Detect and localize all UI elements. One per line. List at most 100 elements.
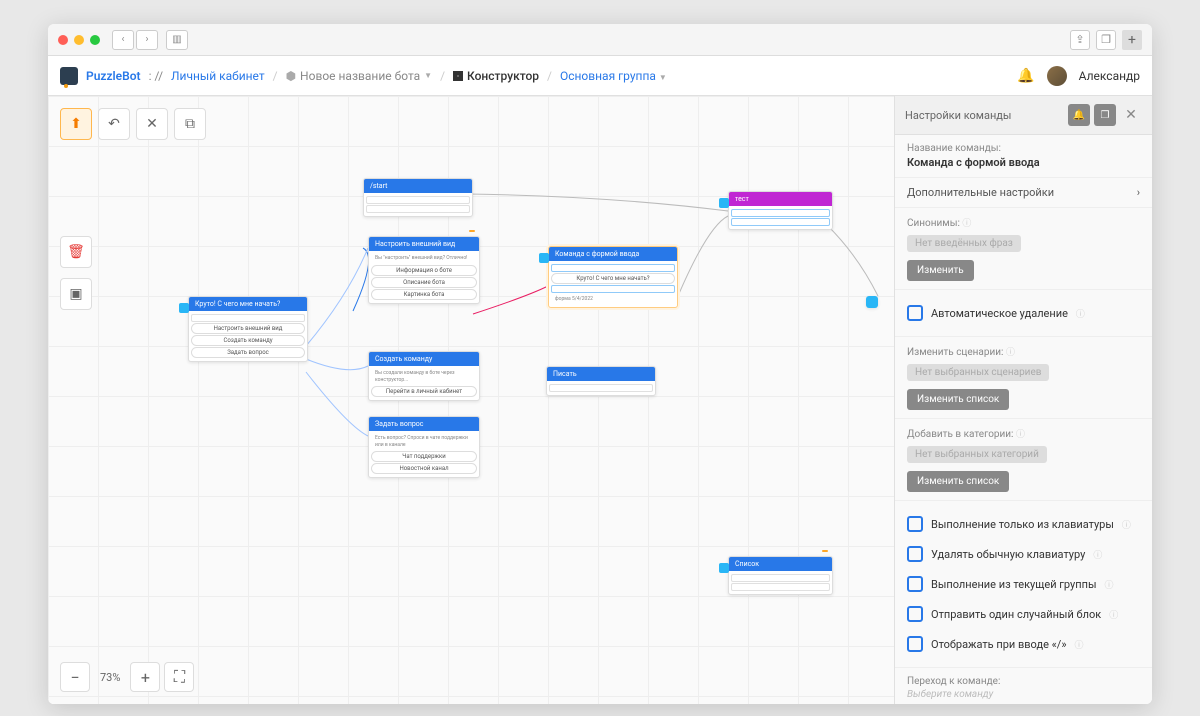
node-form[interactable]: Команда с формой ввода Круто! С чего мне… xyxy=(548,246,678,308)
breadcrumb-constructor[interactable]: Конструктор xyxy=(453,69,539,83)
node-intro[interactable]: Круто! С чего мне начать? Настроить внеш… xyxy=(188,296,308,362)
brand-proto: : // xyxy=(149,69,163,83)
notifications-icon[interactable]: 🔔 xyxy=(1017,68,1034,84)
tabs-icon[interactable]: ❐ xyxy=(1096,30,1116,50)
info-icon[interactable]: ⓘ xyxy=(1122,518,1131,531)
node-appearance[interactable]: Настроить внешний вид Вы "настроить" вне… xyxy=(368,236,480,304)
zoom-value: 73% xyxy=(94,671,126,684)
port-icon[interactable] xyxy=(179,303,189,313)
forward-button[interactable]: › xyxy=(136,30,158,50)
node-ask[interactable]: Задать вопрос Есть вопрос? Спроси в чате… xyxy=(368,416,480,478)
brand-name: PuzzleBot xyxy=(86,69,141,83)
constructor-label: Конструктор xyxy=(467,69,539,83)
checkbox-icon[interactable] xyxy=(907,606,923,622)
node-button[interactable]: Перейти в личный кабинет xyxy=(371,386,477,397)
node-write[interactable]: Писать xyxy=(546,366,656,396)
node-header: тест xyxy=(729,192,832,206)
cancel-button[interactable]: ✕ xyxy=(136,108,168,140)
port-out-icon[interactable] xyxy=(866,296,878,308)
canvas[interactable]: ⬆ ↶ ✕ ⧉ 🗑 ▣ − 73% + ⛶ xyxy=(48,96,894,704)
port-icon[interactable] xyxy=(539,253,549,263)
chevron-right-icon: › xyxy=(1137,186,1140,199)
checkbox-row[interactable]: Отправить один случайный блокⓘ xyxy=(907,599,1140,629)
checkbox-icon[interactable] xyxy=(907,576,923,592)
avatar[interactable] xyxy=(1047,66,1067,86)
info-icon[interactable]: ⓘ xyxy=(1076,307,1085,320)
info-icon[interactable]: ⓘ xyxy=(1093,548,1102,561)
upload-button[interactable]: ⬆ xyxy=(60,108,92,140)
info-icon[interactable]: ⓘ xyxy=(1104,578,1113,591)
breadcrumb-home[interactable]: Личный кабинет xyxy=(171,69,265,83)
panel-auto-delete: Автоматическое удаление ⓘ xyxy=(895,290,1152,337)
node-list[interactable]: Список xyxy=(728,556,833,595)
info-icon[interactable]: ⓘ xyxy=(1075,638,1084,651)
panel-title: Настройки команды xyxy=(905,109,1011,122)
maximize-window-icon[interactable] xyxy=(90,35,100,45)
back-button[interactable]: ‹ xyxy=(112,30,134,50)
checkbox-row[interactable]: Выполнение из текущей группыⓘ xyxy=(907,569,1140,599)
node-text: Вы создали команду в боте через конструк… xyxy=(371,368,477,385)
checkbox-row[interactable]: Отображать при вводе «/»ⓘ xyxy=(907,629,1140,659)
node-create-cmd[interactable]: Создать команду Вы создали команду в бот… xyxy=(368,351,480,401)
badge xyxy=(469,230,475,232)
node-button[interactable]: Чат поддержки xyxy=(371,451,477,462)
panel-extra-settings[interactable]: Дополнительные настройки › xyxy=(895,178,1152,208)
info-icon[interactable]: ⓘ xyxy=(1006,348,1015,358)
checkbox-icon[interactable] xyxy=(907,305,923,321)
info-icon[interactable]: ⓘ xyxy=(1016,430,1025,440)
node-button[interactable]: Создать команду xyxy=(191,335,305,346)
breadcrumb-group[interactable]: Основная группа ▼ xyxy=(560,69,667,83)
info-icon[interactable]: ⓘ xyxy=(1109,608,1118,621)
node-row xyxy=(191,314,305,322)
traffic-lights xyxy=(58,35,100,45)
fit-screen-button[interactable]: ⛶ xyxy=(164,662,194,692)
node-test[interactable]: тест xyxy=(728,191,833,230)
port-icon[interactable] xyxy=(719,198,729,208)
share-icon[interactable]: ⇪ xyxy=(1070,30,1090,50)
checkbox-row[interactable]: Автоматическое удаление ⓘ xyxy=(907,298,1140,328)
node-button[interactable]: Настроить внешний вид xyxy=(191,323,305,334)
node-button[interactable]: Круто! С чего мне начать? xyxy=(551,273,675,284)
new-tab-button[interactable]: + xyxy=(1122,30,1142,50)
node-button[interactable]: Задать вопрос xyxy=(191,347,305,358)
port-icon[interactable] xyxy=(719,563,729,573)
undo-button[interactable]: ↶ xyxy=(98,108,130,140)
browser-chrome: ‹ › ▥ ⇪ ❐ + xyxy=(48,24,1152,56)
checkbox-label: Удалять обычную клавиатуру xyxy=(931,548,1085,561)
node-button[interactable]: Описание бота xyxy=(371,277,477,288)
node-row xyxy=(731,574,830,582)
minimize-window-icon[interactable] xyxy=(74,35,84,45)
checkbox-row[interactable]: Выполнение только из клавиатуры ⓘ xyxy=(907,509,1140,539)
node-header: Список xyxy=(729,557,832,571)
zoom-out-button[interactable]: − xyxy=(60,662,90,692)
node-start[interactable]: /start xyxy=(363,178,473,217)
sidebar-toggle-icon[interactable]: ▥ xyxy=(166,30,188,50)
left-tools: 🗑 ▣ xyxy=(60,236,92,310)
add-node-button[interactable]: ⧉ xyxy=(174,108,206,140)
panel-bell-button[interactable]: 🔔 xyxy=(1068,104,1090,126)
edit-synonyms-button[interactable]: Изменить xyxy=(907,260,974,281)
checkbox-label: Выполнение только из клавиатуры xyxy=(931,518,1114,531)
node-button[interactable]: Картинка бота xyxy=(371,289,477,300)
checkbox-icon[interactable] xyxy=(907,546,923,562)
group-label: Основная группа xyxy=(560,69,656,83)
checkbox-label: Автоматическое удаление xyxy=(931,307,1068,320)
panel-name-section: Название команды: Команда с формой ввода xyxy=(895,135,1152,178)
breadcrumb-bot[interactable]: ⬢ Новое название бота ▼ xyxy=(286,69,433,83)
checkbox-icon[interactable] xyxy=(907,636,923,652)
info-icon[interactable]: ⓘ xyxy=(962,219,971,229)
node-header: Команда с формой ввода xyxy=(549,247,677,261)
checkbox-row[interactable]: Удалять обычную клавиатуру ⓘ xyxy=(907,539,1140,569)
checkbox-icon[interactable] xyxy=(907,516,923,532)
zoom-in-button[interactable]: + xyxy=(130,662,160,692)
edit-scenarios-button[interactable]: Изменить список xyxy=(907,389,1009,410)
frame-button[interactable]: ▣ xyxy=(60,278,92,310)
edit-categories-button[interactable]: Изменить список xyxy=(907,471,1009,492)
goto-placeholder[interactable]: Выберите команду xyxy=(907,689,1140,700)
node-button[interactable]: Новостной канал xyxy=(371,463,477,474)
delete-button[interactable]: 🗑 xyxy=(60,236,92,268)
node-button[interactable]: Информация о боте xyxy=(371,265,477,276)
panel-copy-button[interactable]: ❐ xyxy=(1094,104,1116,126)
panel-close-button[interactable]: ✕ xyxy=(1120,104,1142,126)
close-window-icon[interactable] xyxy=(58,35,68,45)
